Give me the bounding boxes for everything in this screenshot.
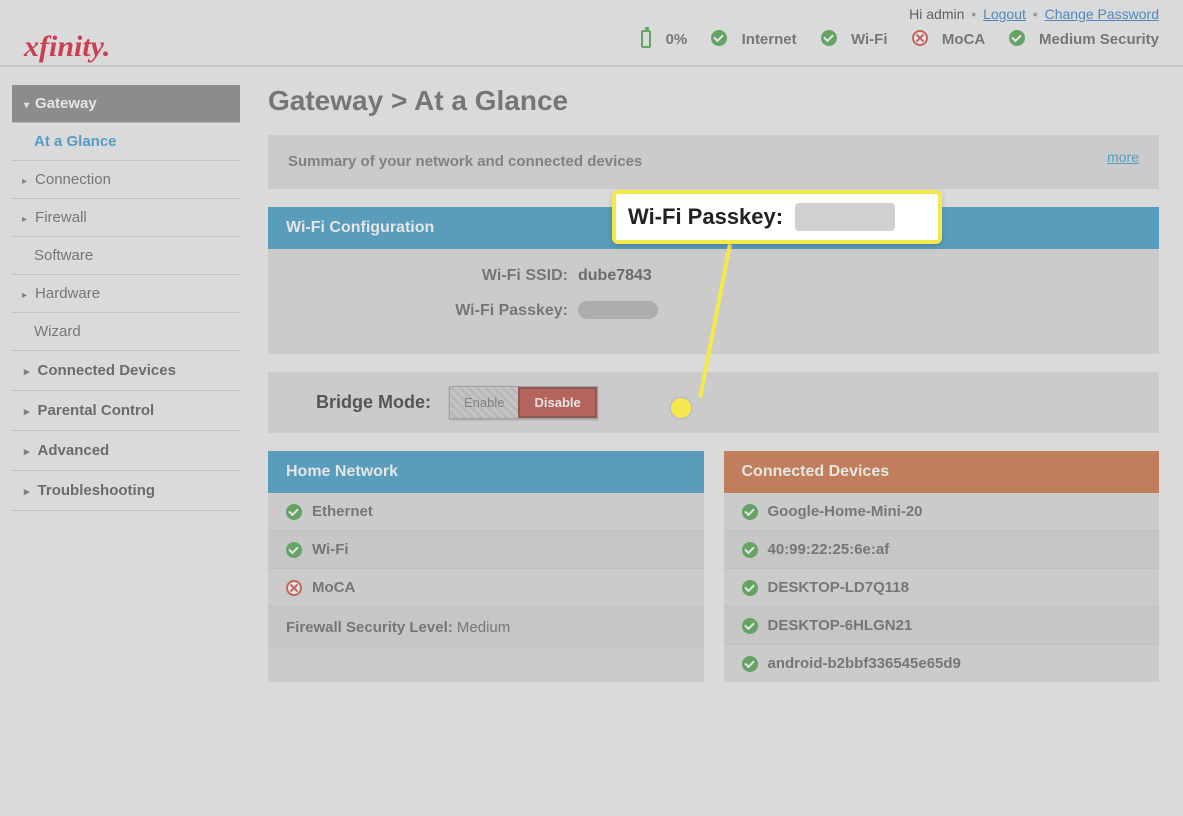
sidebar-advanced[interactable]: Advanced xyxy=(12,431,240,471)
ok-icon xyxy=(742,542,758,558)
firewall-value: Medium xyxy=(453,619,511,636)
wifi-passkey-value-redacted xyxy=(578,301,658,319)
sidebar-software[interactable]: Software xyxy=(12,237,240,275)
sidebar-gateway-header[interactable]: Gateway xyxy=(12,85,240,123)
firewall-label: Firewall Security Level: xyxy=(286,619,453,636)
cd-item: 40:99:22:25:6e:af xyxy=(768,541,890,558)
hn-moca: MoCA xyxy=(312,579,355,596)
bridge-mode-box: Bridge Mode: Enable Disable xyxy=(268,372,1159,433)
callout-dot xyxy=(671,398,691,418)
cd-row: android-b2bbf336545e65d9 xyxy=(724,645,1160,682)
cd-row: DESKTOP-LD7Q118 xyxy=(724,569,1160,607)
ok-icon xyxy=(742,618,758,634)
battery-pct: 0% xyxy=(666,31,688,48)
callout-annotation: Wi-Fi Passkey: xyxy=(612,190,942,244)
firewall-level-row: Firewall Security Level: Medium xyxy=(268,607,704,648)
page-title: Gateway > At a Glance xyxy=(268,85,1159,117)
connected-devices-panel: Connected Devices Google-Home-Mini-20 40… xyxy=(724,451,1160,682)
home-network-panel: Home Network Ethernet Wi-Fi MoCA Firewal… xyxy=(268,451,704,682)
sidebar-troubleshooting[interactable]: Troubleshooting xyxy=(12,471,240,511)
sidebar-hardware[interactable]: Hardware xyxy=(12,275,240,313)
status-moca: MoCA xyxy=(942,31,985,48)
summary-text: Summary of your network and connected de… xyxy=(288,153,642,170)
hn-wifi: Wi-Fi xyxy=(312,541,349,558)
summary-box: Summary of your network and connected de… xyxy=(268,135,1159,189)
status-internet: Internet xyxy=(742,31,797,48)
bridge-mode-label: Bridge Mode: xyxy=(316,392,431,413)
wifi-ssid-value: dube7843 xyxy=(578,267,652,285)
ok-icon xyxy=(742,656,758,672)
ok-icon xyxy=(286,542,302,558)
connected-devices-header: Connected Devices xyxy=(724,451,1160,493)
sidebar-connected-devices[interactable]: Connected Devices xyxy=(12,351,240,391)
hn-wifi-row: Wi-Fi xyxy=(268,531,704,569)
sidebar-wizard[interactable]: Wizard xyxy=(12,313,240,351)
callout-label: Wi-Fi Passkey: xyxy=(628,204,783,230)
ok-icon xyxy=(742,504,758,520)
logout-link[interactable]: Logout xyxy=(983,6,1026,22)
greeting-text: Hi admin xyxy=(909,6,964,22)
status-ok-icon xyxy=(1009,30,1025,46)
status-err-icon xyxy=(912,30,928,46)
sidebar: Gateway At a Glance Connection Firewall … xyxy=(12,85,240,682)
cd-item: DESKTOP-LD7Q118 xyxy=(768,579,909,596)
cd-row: 40:99:22:25:6e:af xyxy=(724,531,1160,569)
xfinity-logo: xfinity. xyxy=(24,30,110,64)
bridge-enable-button[interactable]: Enable xyxy=(450,387,518,418)
sidebar-parental-control[interactable]: Parental Control xyxy=(12,391,240,431)
err-icon xyxy=(286,580,302,596)
more-link[interactable]: more xyxy=(1107,149,1139,165)
cd-item: DESKTOP-6HLGN21 xyxy=(768,617,913,634)
status-bar: 0% Internet Wi-Fi MoCA Medium Security xyxy=(621,30,1159,48)
hn-moca-row: MoCA xyxy=(268,569,704,607)
status-security: Medium Security xyxy=(1039,31,1159,48)
sidebar-at-a-glance[interactable]: At a Glance xyxy=(12,123,240,161)
bridge-disable-button[interactable]: Disable xyxy=(518,387,596,418)
change-password-link[interactable]: Change Password xyxy=(1045,6,1159,22)
header-links: Hi admin • Logout • Change Password xyxy=(621,6,1159,22)
sidebar-firewall[interactable]: Firewall xyxy=(12,199,240,237)
callout-redacted xyxy=(795,203,895,231)
battery-icon xyxy=(641,30,651,48)
status-ok-icon xyxy=(711,30,727,46)
cd-row: DESKTOP-6HLGN21 xyxy=(724,607,1160,645)
sidebar-connection[interactable]: Connection xyxy=(12,161,240,199)
cd-item: android-b2bbf336545e65d9 xyxy=(768,655,961,672)
ok-icon xyxy=(286,504,302,520)
hn-ethernet: Ethernet xyxy=(312,503,373,520)
wifi-ssid-label: Wi-Fi SSID: xyxy=(288,267,578,285)
cd-row: Google-Home-Mini-20 xyxy=(724,493,1160,531)
wifi-passkey-label: Wi-Fi Passkey: xyxy=(288,302,578,320)
status-wifi: Wi-Fi xyxy=(851,31,888,48)
ok-icon xyxy=(742,580,758,596)
hn-ethernet-row: Ethernet xyxy=(268,493,704,531)
status-ok-icon xyxy=(821,30,837,46)
cd-item: Google-Home-Mini-20 xyxy=(768,503,923,520)
home-network-header: Home Network xyxy=(268,451,704,493)
